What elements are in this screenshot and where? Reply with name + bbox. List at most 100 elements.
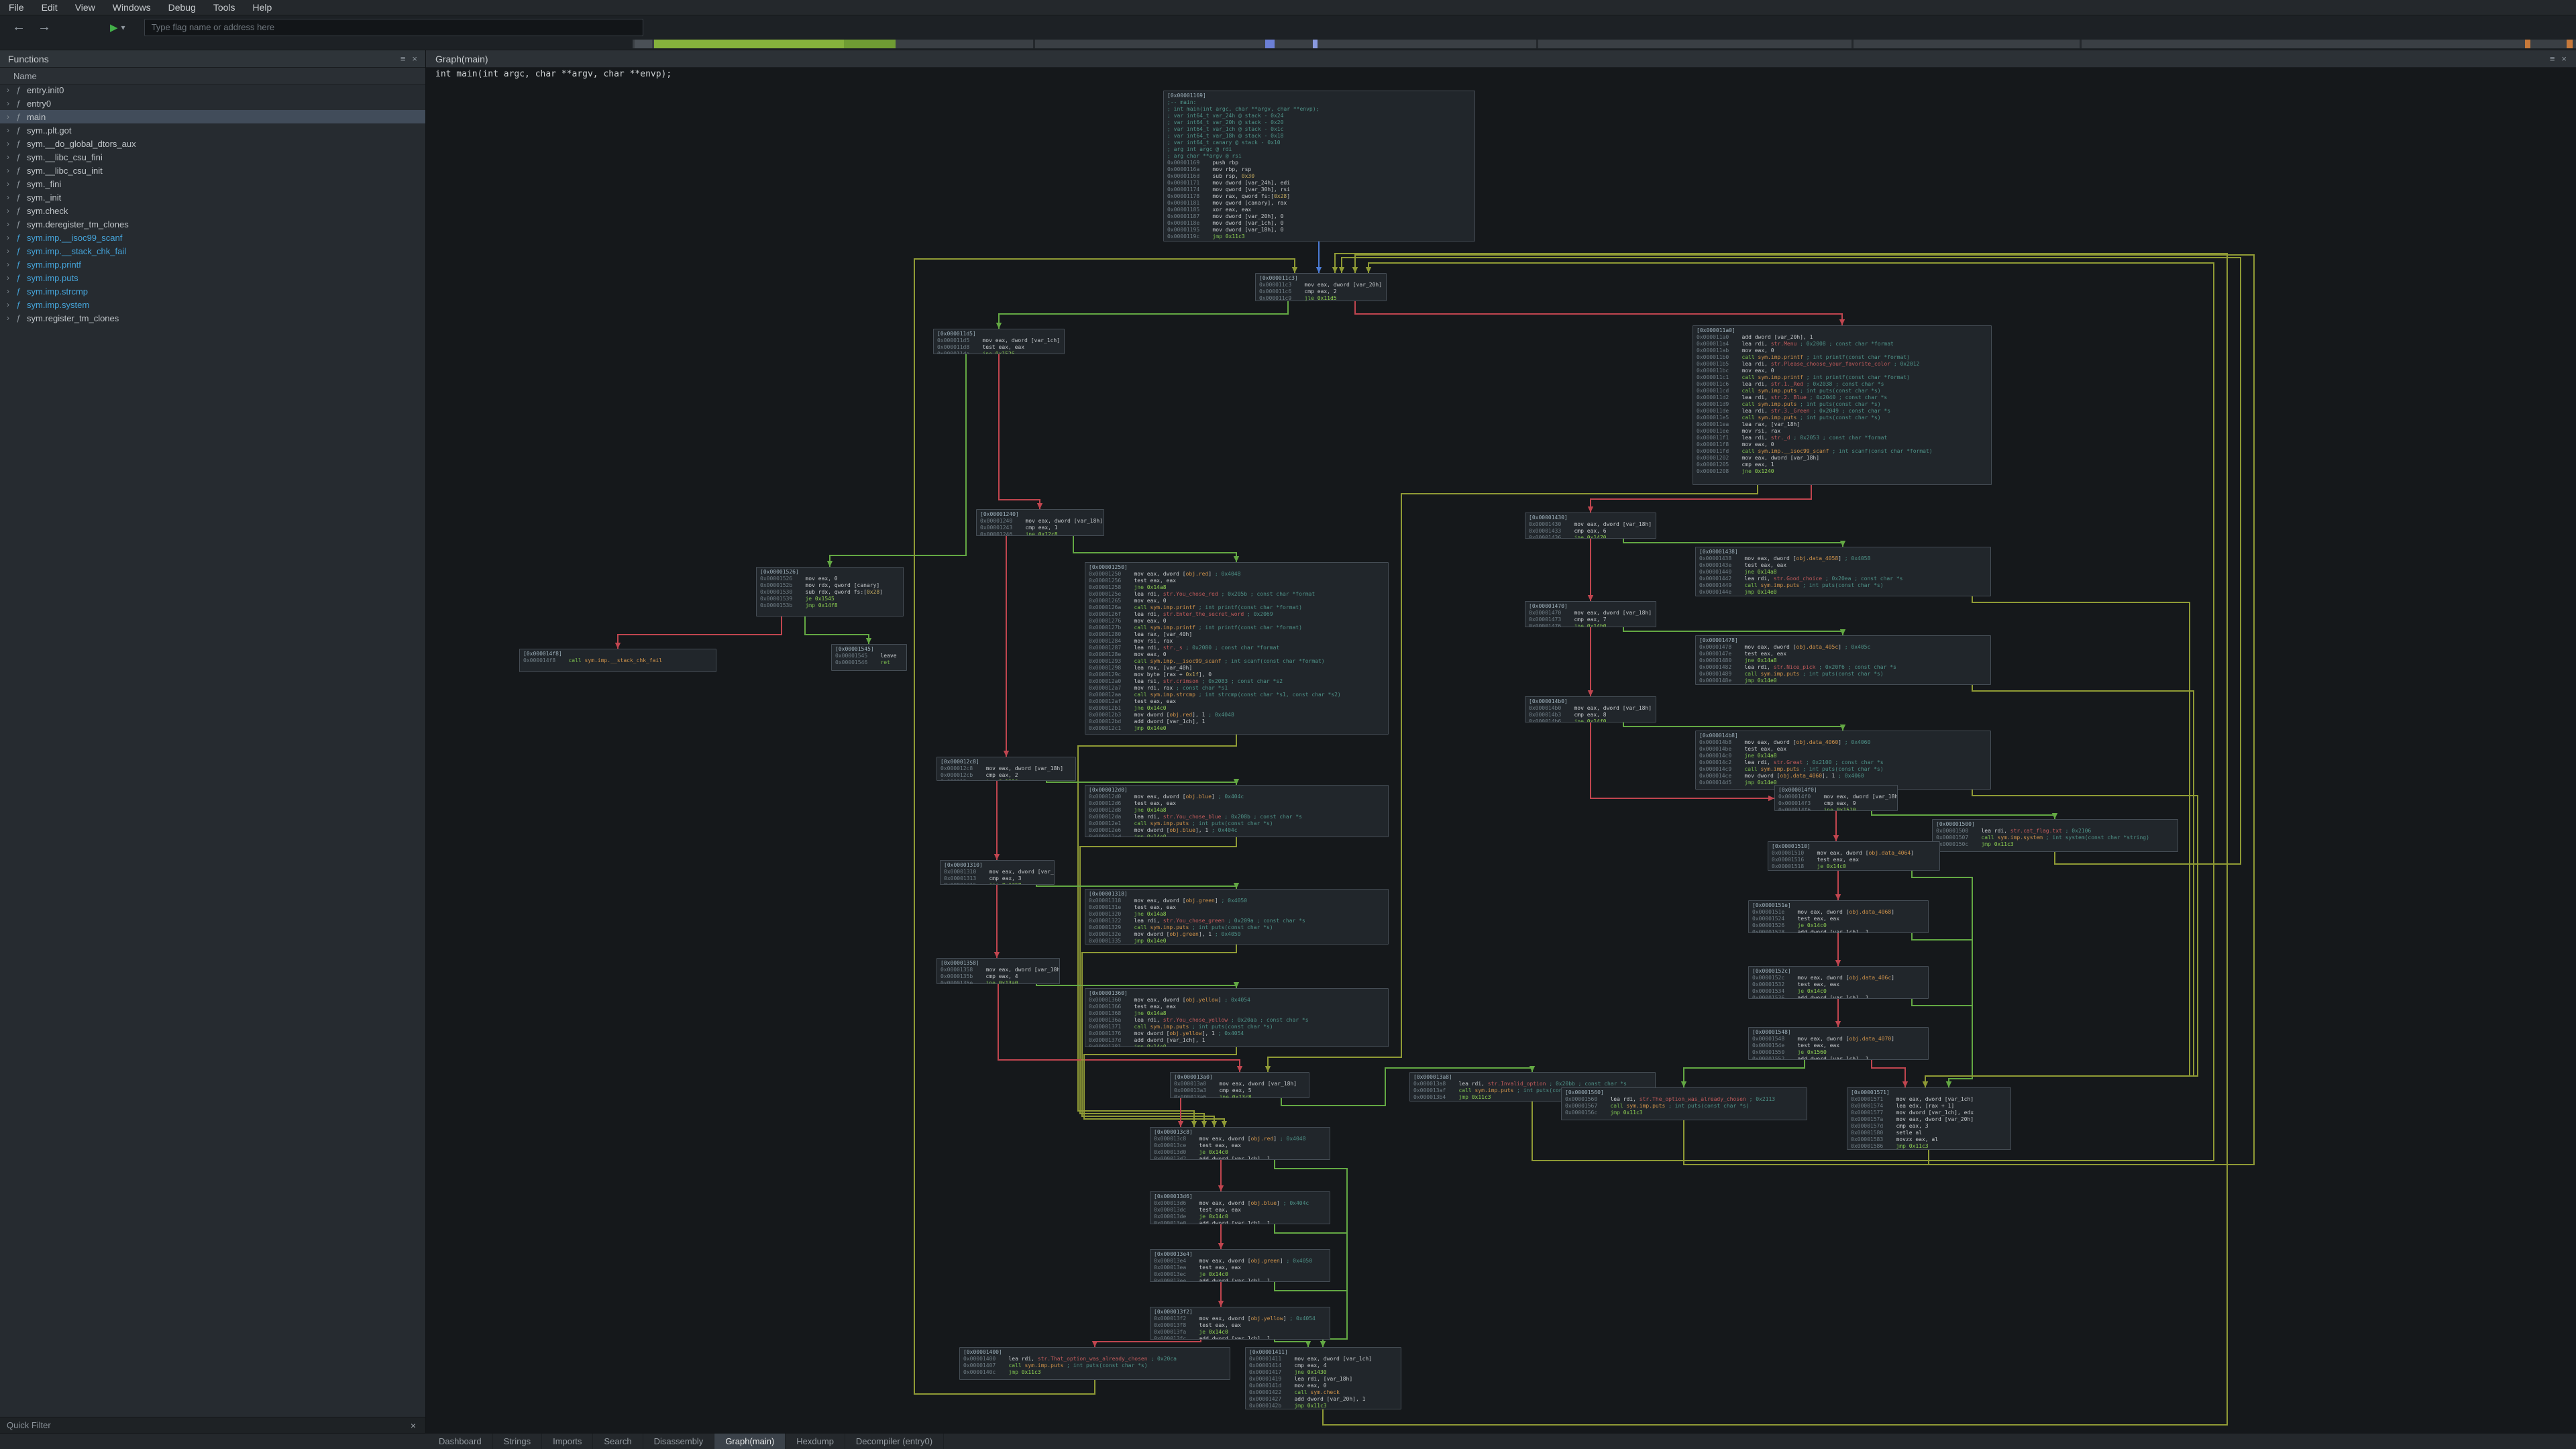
- function-item-entry.init0[interactable]: › ƒ entry.init0: [0, 83, 425, 97]
- graph-block-b3[interactable]: [0x000011d5] 0x000011d5 mov eax, dword [v…: [933, 329, 1065, 354]
- function-item-sym.imp.strcmp[interactable]: › ƒ sym.imp.strcmp: [0, 284, 425, 298]
- function-item-sym.imp.printf[interactable]: › ƒ sym.imp.printf: [0, 258, 425, 271]
- expand-chevron-icon[interactable]: ›: [7, 166, 16, 175]
- navbar-segment[interactable]: [2080, 40, 2082, 48]
- menu-item-file[interactable]: File: [0, 0, 33, 15]
- function-item-sym.__libc_csu_fini[interactable]: › ƒ sym.__libc_csu_fini: [0, 150, 425, 164]
- graph-block-b26[interactable]: [0x00001470] 0x00001470 mov eax, dword [v…: [1525, 601, 1656, 627]
- expand-chevron-icon[interactable]: ›: [7, 139, 16, 148]
- graph-block-b4[interactable]: [0x000011a0] 0x000011a0 add dword [var_20…: [1693, 325, 1992, 485]
- graph-block-b21[interactable]: [0x000013f2] 0x000013f2 mov eax, dword [o…: [1150, 1307, 1330, 1340]
- graph-block-b35[interactable]: [0x00001548] 0x00001548 mov eax, dword [o…: [1748, 1027, 1929, 1060]
- tab-graph-main-[interactable]: Graph(main): [714, 1434, 786, 1449]
- tab-disassembly[interactable]: Disassembly: [643, 1434, 715, 1449]
- tab-imports[interactable]: Imports: [542, 1434, 594, 1449]
- graph-block-b16[interactable]: [0x000013a0] 0x000013a0 mov eax, dword [v…: [1170, 1072, 1309, 1098]
- expand-chevron-icon[interactable]: ›: [7, 260, 16, 269]
- menu-item-tools[interactable]: Tools: [205, 0, 244, 15]
- graph-block-b31[interactable]: [0x00001500] 0x00001500 lea rdi, str.cat_…: [1932, 819, 2178, 852]
- graph-block-b28[interactable]: [0x000014b0] 0x000014b0 mov eax, dword [v…: [1525, 696, 1656, 722]
- function-item-sym..plt.got[interactable]: › ƒ sym..plt.got: [0, 123, 425, 137]
- graph-block-b30[interactable]: [0x000014f0] 0x000014f0 mov eax, dword [v…: [1774, 785, 1898, 811]
- function-item-sym.imp.puts[interactable]: › ƒ sym.imp.puts: [0, 271, 425, 284]
- menu-item-windows[interactable]: Windows: [104, 0, 160, 15]
- navbar-segment[interactable]: [1851, 40, 1854, 48]
- navbar-segment[interactable]: [1536, 40, 1538, 48]
- navbar-segment[interactable]: [844, 40, 896, 48]
- graph-block-b27[interactable]: [0x00001478] 0x00001478 mov eax, dword [o…: [1695, 635, 1991, 685]
- graph-canvas[interactable]: [426, 50, 2576, 1433]
- graph-block-b14[interactable]: [0x00001358] 0x00001358 mov eax, dword [v…: [936, 958, 1060, 984]
- functions-column-header[interactable]: Name: [0, 68, 425, 85]
- graph-block-b12[interactable]: [0x00001310] 0x00001310 mov eax, dword [v…: [940, 860, 1055, 885]
- function-item-sym.imp.__stack_chk_fail[interactable]: › ƒ sym.imp.__stack_chk_fail: [0, 244, 425, 258]
- function-item-sym.check[interactable]: › ƒ sym.check: [0, 204, 425, 217]
- seek-address-input[interactable]: [144, 18, 643, 36]
- debug-start-button[interactable]: ▶: [110, 21, 118, 34]
- graph-block-b8[interactable]: [0x000014f8] 0x000014f8 call sym.imp.__st…: [519, 649, 716, 672]
- graph-block-b22[interactable]: [0x00001400] 0x00001400 lea rdi, str.That…: [959, 1347, 1230, 1380]
- navbar-segment[interactable]: [654, 40, 844, 48]
- navbar-segment[interactable]: [1033, 40, 1035, 48]
- expand-chevron-icon[interactable]: ›: [7, 99, 16, 108]
- expand-chevron-icon[interactable]: ›: [7, 179, 16, 189]
- graph-block-b9[interactable]: [0x00001545] 0x00001545 leave 0x00001546 r…: [831, 644, 907, 671]
- graph-block-b1[interactable]: [0x00001169] ;-- main:; int main(int argc…: [1163, 91, 1475, 241]
- graph-block-b24[interactable]: [0x00001430] 0x00001430 mov eax, dword [v…: [1525, 513, 1656, 539]
- graph-block-b5[interactable]: [0x00001240] 0x00001240 mov eax, dword [v…: [976, 509, 1104, 536]
- panel-close-icon[interactable]: ×: [412, 54, 417, 64]
- graph-block-b23[interactable]: [0x00001411] 0x00001411 mov eax, dword [v…: [1245, 1347, 1401, 1409]
- quick-filter-close-icon[interactable]: ×: [407, 1420, 420, 1431]
- graph-block-b13[interactable]: [0x00001318] 0x00001318 mov eax, dword [o…: [1085, 889, 1389, 945]
- expand-chevron-icon[interactable]: ›: [7, 152, 16, 162]
- quick-filter-input[interactable]: [5, 1419, 407, 1431]
- tab-hexdump[interactable]: Hexdump: [786, 1434, 845, 1449]
- expand-chevron-icon[interactable]: ›: [7, 233, 16, 242]
- navbar-segment[interactable]: [2525, 40, 2530, 48]
- graph-block-b37[interactable]: [0x00001571] 0x00001571 mov eax, dword [v…: [1847, 1087, 2011, 1150]
- forward-button[interactable]: →: [38, 15, 51, 39]
- expand-chevron-icon[interactable]: ›: [7, 206, 16, 215]
- graph-block-b33[interactable]: [0x0000151e] 0x0000151e mov eax, dword [o…: [1748, 900, 1929, 933]
- graph-block-b32[interactable]: [0x00001510] 0x00001510 mov eax, dword [o…: [1768, 841, 1940, 871]
- navbar-segment[interactable]: [2567, 40, 2573, 48]
- graph-block-b25[interactable]: [0x00001438] 0x00001438 mov eax, dword [o…: [1695, 547, 1991, 596]
- graph-block-b6[interactable]: [0x00001526] 0x00001526 mov eax, 0 0x00001…: [756, 567, 904, 616]
- graph-block-b2[interactable]: [0x000011c3] 0x000011c3 mov eax, dword [v…: [1255, 273, 1387, 301]
- expand-chevron-icon[interactable]: ›: [7, 85, 16, 95]
- graph-block-b10[interactable]: [0x000012c8] 0x000012c8 mov eax, dword [v…: [936, 757, 1076, 781]
- graph-block-b7[interactable]: [0x00001250] 0x00001250 mov eax, dword [o…: [1085, 562, 1389, 735]
- panel-menu-icon[interactable]: ≡: [2550, 54, 2555, 64]
- menu-item-debug[interactable]: Debug: [160, 0, 205, 15]
- expand-chevron-icon[interactable]: ›: [7, 273, 16, 282]
- back-button[interactable]: ←: [12, 15, 25, 39]
- tab-strings[interactable]: Strings: [493, 1434, 543, 1449]
- expand-chevron-icon[interactable]: ›: [7, 313, 16, 323]
- expand-chevron-icon[interactable]: ›: [7, 286, 16, 296]
- function-item-sym.imp.system[interactable]: › ƒ sym.imp.system: [0, 298, 425, 311]
- graph-block-b34[interactable]: [0x0000152c] 0x0000152c mov eax, dword [o…: [1748, 966, 1929, 999]
- function-item-sym.__do_global_dtors_aux[interactable]: › ƒ sym.__do_global_dtors_aux: [0, 137, 425, 150]
- navbar-segment[interactable]: [635, 40, 652, 48]
- function-item-sym.__libc_csu_init[interactable]: › ƒ sym.__libc_csu_init: [0, 164, 425, 177]
- tab-dashboard[interactable]: Dashboard: [428, 1434, 493, 1449]
- function-item-sym.imp.__isoc99_scanf[interactable]: › ƒ sym.imp.__isoc99_scanf: [0, 231, 425, 244]
- graph-block-b18[interactable]: [0x000013c8] 0x000013c8 mov eax, dword [o…: [1150, 1127, 1330, 1160]
- navbar-segment[interactable]: [1313, 40, 1318, 48]
- debug-dropdown-caret[interactable]: ▾: [121, 23, 125, 32]
- menu-item-help[interactable]: Help: [244, 0, 281, 15]
- graph-block-b19[interactable]: [0x000013d6] 0x000013d6 mov eax, dword [o…: [1150, 1191, 1330, 1224]
- expand-chevron-icon[interactable]: ›: [7, 112, 16, 121]
- graph-block-b29[interactable]: [0x000014b8] 0x000014b8 mov eax, dword [o…: [1695, 731, 1991, 790]
- function-item-main[interactable]: › ƒ main: [0, 110, 425, 123]
- function-item-sym._fini[interactable]: › ƒ sym._fini: [0, 177, 425, 191]
- menu-item-view[interactable]: View: [66, 0, 104, 15]
- expand-chevron-icon[interactable]: ›: [7, 125, 16, 135]
- graph-block-b15[interactable]: [0x00001360] 0x00001360 mov eax, dword [o…: [1085, 988, 1389, 1047]
- tab-decompiler-entry0-[interactable]: Decompiler (entry0): [845, 1434, 945, 1449]
- expand-chevron-icon[interactable]: ›: [7, 300, 16, 309]
- panel-menu-icon[interactable]: ≡: [400, 54, 406, 64]
- function-item-sym._init[interactable]: › ƒ sym._init: [0, 191, 425, 204]
- graph-block-b36[interactable]: [0x00001560] 0x00001560 lea rdi, str.The_…: [1561, 1087, 1807, 1120]
- navigation-bar[interactable]: [0, 39, 2576, 50]
